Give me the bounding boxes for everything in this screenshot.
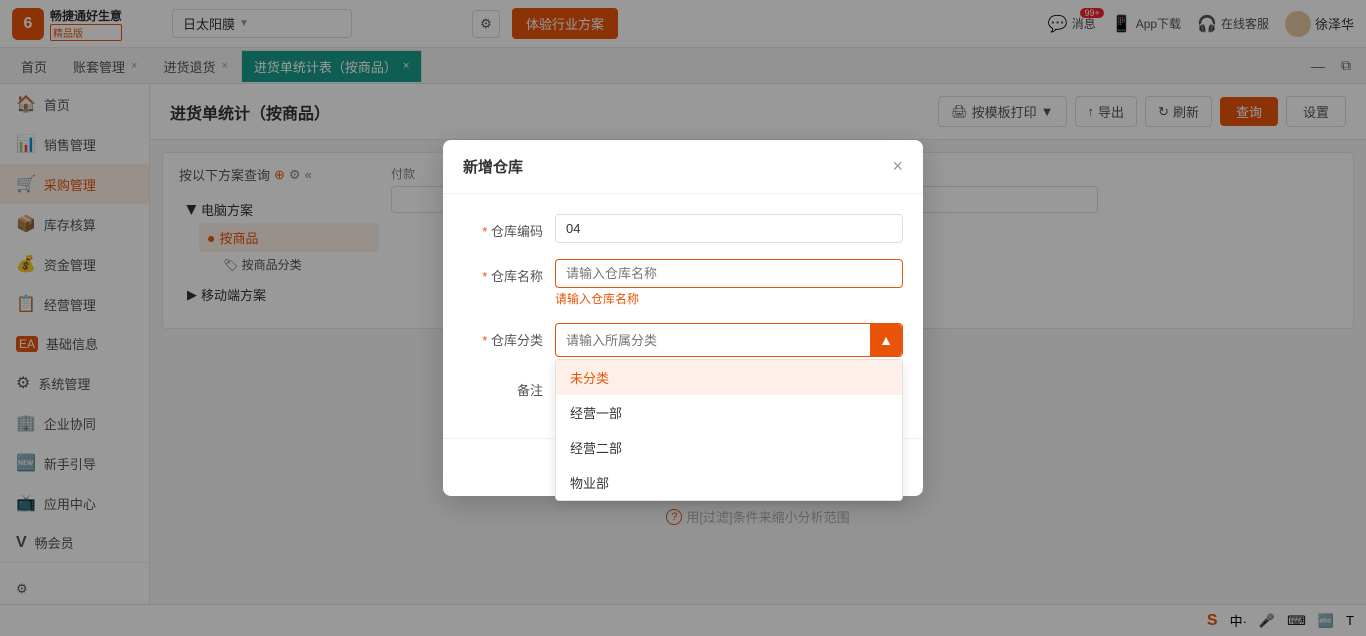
required-star-name: *	[482, 269, 487, 284]
category-input[interactable]	[556, 327, 870, 354]
name-label: * 仓库名称	[463, 259, 543, 285]
category-dropdown: 未分类 经营一部 经营二部 物业部	[555, 359, 903, 501]
chevron-up-icon: ▲	[879, 332, 893, 348]
dropdown-item-dept2[interactable]: 经营二部	[556, 430, 902, 465]
name-input-wrap: 请输入仓库名称	[555, 259, 903, 307]
dropdown-item-none[interactable]: 未分类	[556, 360, 902, 395]
code-input-wrap	[555, 214, 903, 243]
modal-header: 新增仓库 ×	[443, 140, 923, 194]
required-star-code: *	[482, 224, 487, 239]
field-row-category: * 仓库分类 ▲ 未分类 经营一部 经营二部 物业部	[463, 323, 903, 357]
field-row-name: * 仓库名称 请输入仓库名称	[463, 259, 903, 307]
field-row-code: * 仓库编码	[463, 214, 903, 243]
category-label: * 仓库分类	[463, 323, 543, 349]
modal-title: 新增仓库	[463, 156, 523, 177]
required-star-category: *	[482, 333, 487, 348]
dropdown-item-dept1[interactable]: 经营一部	[556, 395, 902, 430]
category-input-container: ▲	[555, 323, 903, 357]
name-input[interactable]	[555, 259, 903, 288]
category-toggle-btn[interactable]: ▲	[870, 324, 902, 356]
dropdown-item-property[interactable]: 物业部	[556, 465, 902, 500]
notes-label: 备注	[463, 373, 543, 399]
modal-overlay[interactable]: 新增仓库 × * 仓库编码 * 仓库名称	[0, 0, 1366, 636]
name-error-msg: 请输入仓库名称	[555, 290, 903, 307]
category-input-wrap: ▲ 未分类 经营一部 经营二部 物业部	[555, 323, 903, 357]
code-input[interactable]	[555, 214, 903, 243]
code-label: * 仓库编码	[463, 214, 543, 240]
modal-close-btn[interactable]: ×	[892, 156, 903, 177]
modal-dialog: 新增仓库 × * 仓库编码 * 仓库名称	[443, 140, 923, 496]
modal-body: * 仓库编码 * 仓库名称 请输入仓库名称	[443, 194, 923, 438]
